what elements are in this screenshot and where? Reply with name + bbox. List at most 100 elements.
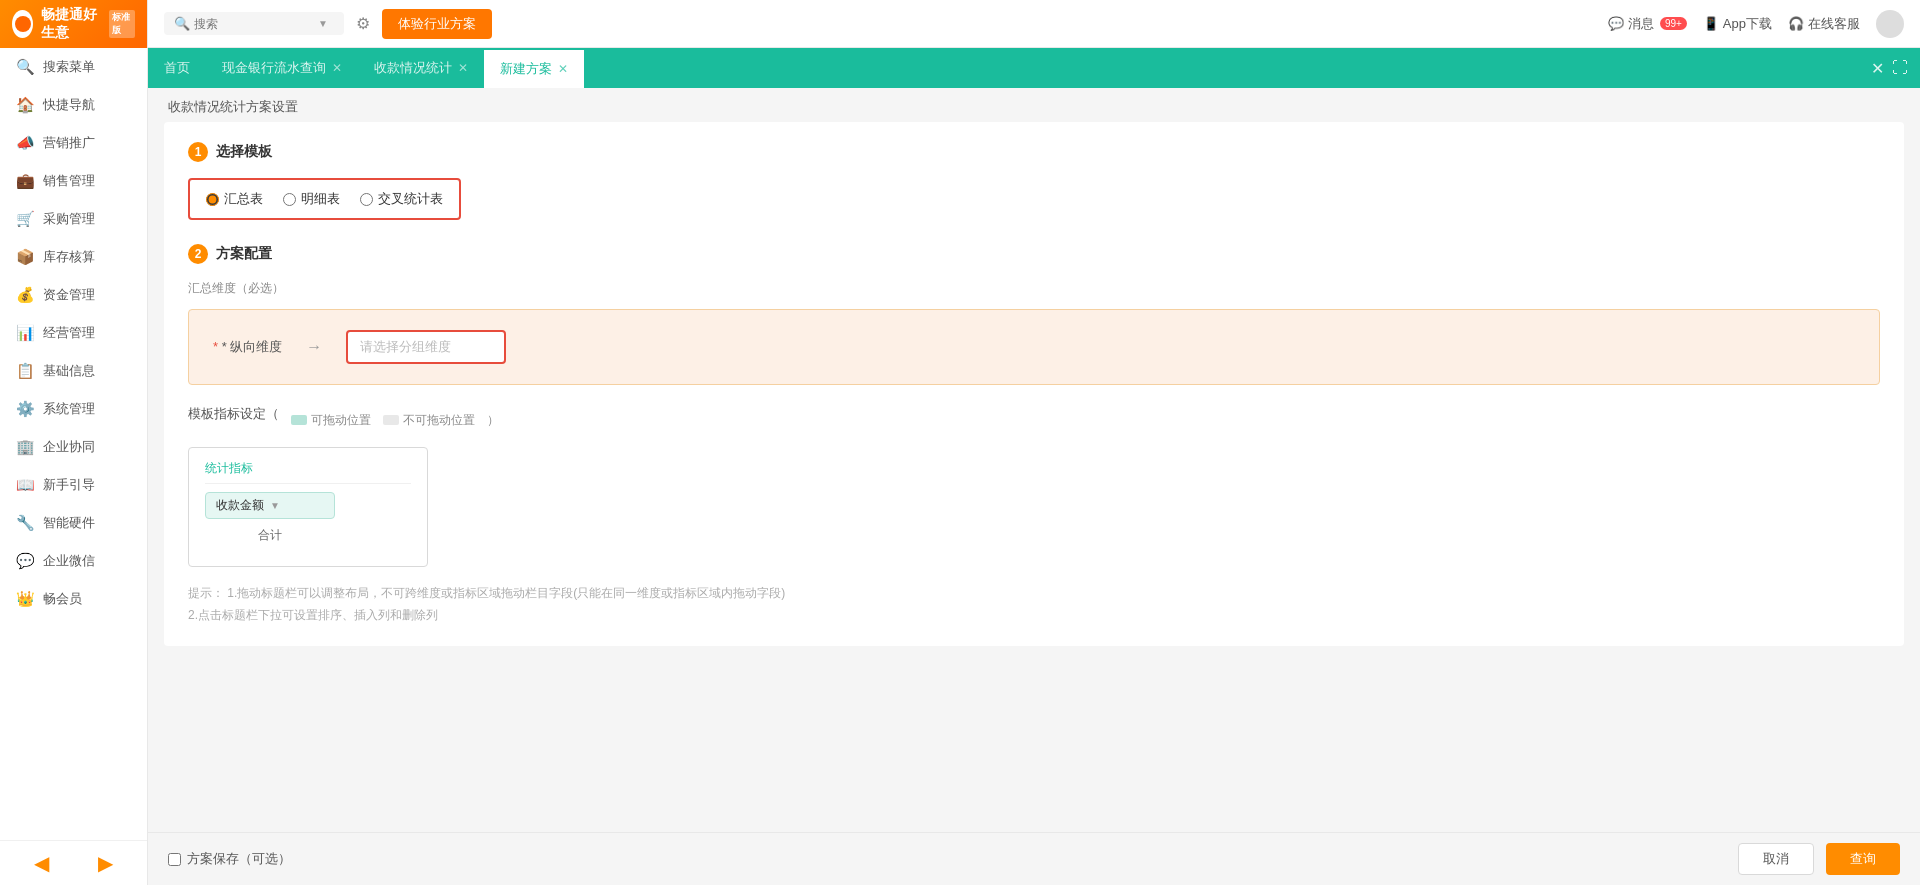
notification-badge: 99+ [1660,17,1687,30]
sidebar-item-basic-info[interactable]: 📋 基础信息 [0,352,147,390]
tab-minimize-icon[interactable]: ✕ [1871,59,1884,78]
tab-maximize-icon[interactable]: ⛶ [1892,59,1908,77]
arrow-icon: → [306,338,322,356]
radio-cross[interactable]: 交叉统计表 [360,190,443,208]
save-option[interactable]: 方案保存（可选） [168,850,291,868]
tab-receipt-stats[interactable]: 收款情况统计 ✕ [358,48,484,88]
tip-2: 2.点击标题栏下拉可设置排序、插入列和删除列 [188,605,1880,627]
sidebar-item-sales[interactable]: 💼 销售管理 [0,162,147,200]
tab-close-icon[interactable]: ✕ [558,62,568,76]
sidebar-item-hardware[interactable]: 🔧 智能硬件 [0,504,147,542]
step1-number: 1 [188,142,208,162]
dimension-section-label: 汇总维度（必选） [188,280,1880,297]
radio-detail-input[interactable] [283,193,296,206]
sidebar-item-guide[interactable]: 📖 新手引导 [0,466,147,504]
sidebar-item-label: 基础信息 [43,362,95,380]
main-area: 🔍 ▼ ⚙ 体验行业方案 💬 消息 99+ 📱 App下载 🎧 在线客服 [148,0,1920,885]
sidebar-item-label: 搜索菜单 [43,58,95,76]
search-box[interactable]: 🔍 ▼ [164,12,344,35]
sidebar-item-label: 企业微信 [43,552,95,570]
settings-icon[interactable]: ⚙ [356,14,370,33]
download-label: App下载 [1723,15,1772,33]
radio-detail[interactable]: 明细表 [283,190,340,208]
management-icon: 📊 [16,324,35,342]
draggable-hint: 可拖动位置 [291,412,371,429]
metric-chip-revenue[interactable]: 收款金额 ▼ [205,492,335,519]
metrics-label-row: 模板指标设定（ 可拖动位置 不可拖动位置 ） [188,405,1880,435]
notification-item[interactable]: 💬 消息 99+ [1608,15,1687,33]
basicinfo-icon: 📋 [16,362,35,380]
download-icon: 📱 [1703,16,1719,31]
radio-summary[interactable]: 汇总表 [206,190,263,208]
sidebar-footer-btn1[interactable]: ◀ [34,851,49,875]
industry-btn[interactable]: 体验行业方案 [382,9,492,39]
support-item[interactable]: 🎧 在线客服 [1788,15,1860,33]
search-dropdown-icon[interactable]: ▼ [318,18,328,29]
sidebar-footer: ◀ ▶ [0,840,147,885]
metrics-label-part: 模板指标设定（ [188,406,279,421]
sidebar-item-management[interactable]: 📊 经营管理 [0,314,147,352]
tab-new-plan[interactable]: 新建方案 ✕ [484,48,584,88]
avatar[interactable] [1876,10,1904,38]
sidebar-item-purchase[interactable]: 🛒 采购管理 [0,200,147,238]
marketing-icon: 📣 [16,134,35,152]
sidebar-item-label: 快捷导航 [43,96,95,114]
step2-title: 方案配置 [216,245,272,263]
sidebar-item-system[interactable]: ⚙️ 系统管理 [0,390,147,428]
home-icon: 🏠 [16,96,35,114]
sidebar-item-member[interactable]: 👑 畅会员 [0,580,147,618]
download-item[interactable]: 📱 App下载 [1703,15,1772,33]
tab-label: 现金银行流水查询 [222,59,326,77]
tab-close-icon[interactable]: ✕ [458,61,468,75]
sidebar-item-label: 销售管理 [43,172,95,190]
dimension-row: * * 纵向维度 → 请选择分组维度 [213,330,1855,364]
metric-total-label: 合计 [205,523,335,548]
radio-cross-input[interactable] [360,193,373,206]
metrics-closing: ） [487,412,499,429]
drag-indicator [291,415,307,425]
sidebar-item-label: 新手引导 [43,476,95,494]
app-tag: 标准版 [109,10,135,38]
tab-home[interactable]: 首页 [148,48,206,88]
wechat-icon: 💬 [16,552,35,570]
chip-dropdown-icon[interactable]: ▼ [270,500,280,511]
guide-icon: 📖 [16,476,35,494]
step2-label: 2 方案配置 [188,244,1880,264]
metrics-label-text: 模板指标设定（ [188,405,279,423]
search-input[interactable] [194,17,314,31]
app-name: 畅捷通好生意 [41,6,104,42]
metrics-section-title: 统计指标 [205,460,411,484]
sidebar-item-inventory[interactable]: 📦 库存核算 [0,238,147,276]
tip-1: 提示： 1.拖动标题栏可以调整布局，不可跨维度或指标区域拖动栏目字段(只能在同一… [188,583,1880,605]
dimension-select[interactable]: 请选择分组维度 [346,330,506,364]
support-icon: 🎧 [1788,16,1804,31]
sidebar-item-label: 企业协同 [43,438,95,456]
cancel-button[interactable]: 取消 [1738,843,1814,875]
save-checkbox[interactable] [168,853,181,866]
radio-summary-input[interactable] [206,193,219,206]
tab-cashflow[interactable]: 现金银行流水查询 ✕ [206,48,358,88]
notification-icon: 💬 [1608,16,1624,31]
sidebar-item-label: 采购管理 [43,210,95,228]
sidebar: 畅捷通好生意 标准版 🔍 搜索菜单 🏠 快捷导航 📣 营销推广 💼 销售管理 🛒… [0,0,148,885]
sidebar-item-label: 系统管理 [43,400,95,418]
tab-controls: ✕ ⛶ [1859,59,1920,78]
sidebar-item-finance[interactable]: 💰 资金管理 [0,276,147,314]
draggable-label: 可拖动位置 [311,412,371,429]
sidebar-item-nav[interactable]: 🏠 快捷导航 [0,86,147,124]
sidebar-item-wechat[interactable]: 💬 企业微信 [0,542,147,580]
dimension-placeholder: 请选择分组维度 [360,338,451,356]
sidebar-item-search[interactable]: 🔍 搜索菜单 [0,48,147,86]
sidebar-item-label: 经营管理 [43,324,95,342]
metrics-hint: 可拖动位置 不可拖动位置 ） [291,412,499,429]
sidebar-item-label: 营销推广 [43,134,95,152]
sidebar-item-marketing[interactable]: 📣 营销推广 [0,124,147,162]
sidebar-footer-btn2[interactable]: ▶ [98,851,113,875]
sidebar-item-label: 智能硬件 [43,514,95,532]
tab-label: 新建方案 [500,60,552,78]
system-icon: ⚙️ [16,400,35,418]
query-button[interactable]: 查询 [1826,843,1900,875]
no-drag-hint: 不可拖动位置 [383,412,475,429]
tab-close-icon[interactable]: ✕ [332,61,342,75]
sidebar-item-enterprise[interactable]: 🏢 企业协同 [0,428,147,466]
